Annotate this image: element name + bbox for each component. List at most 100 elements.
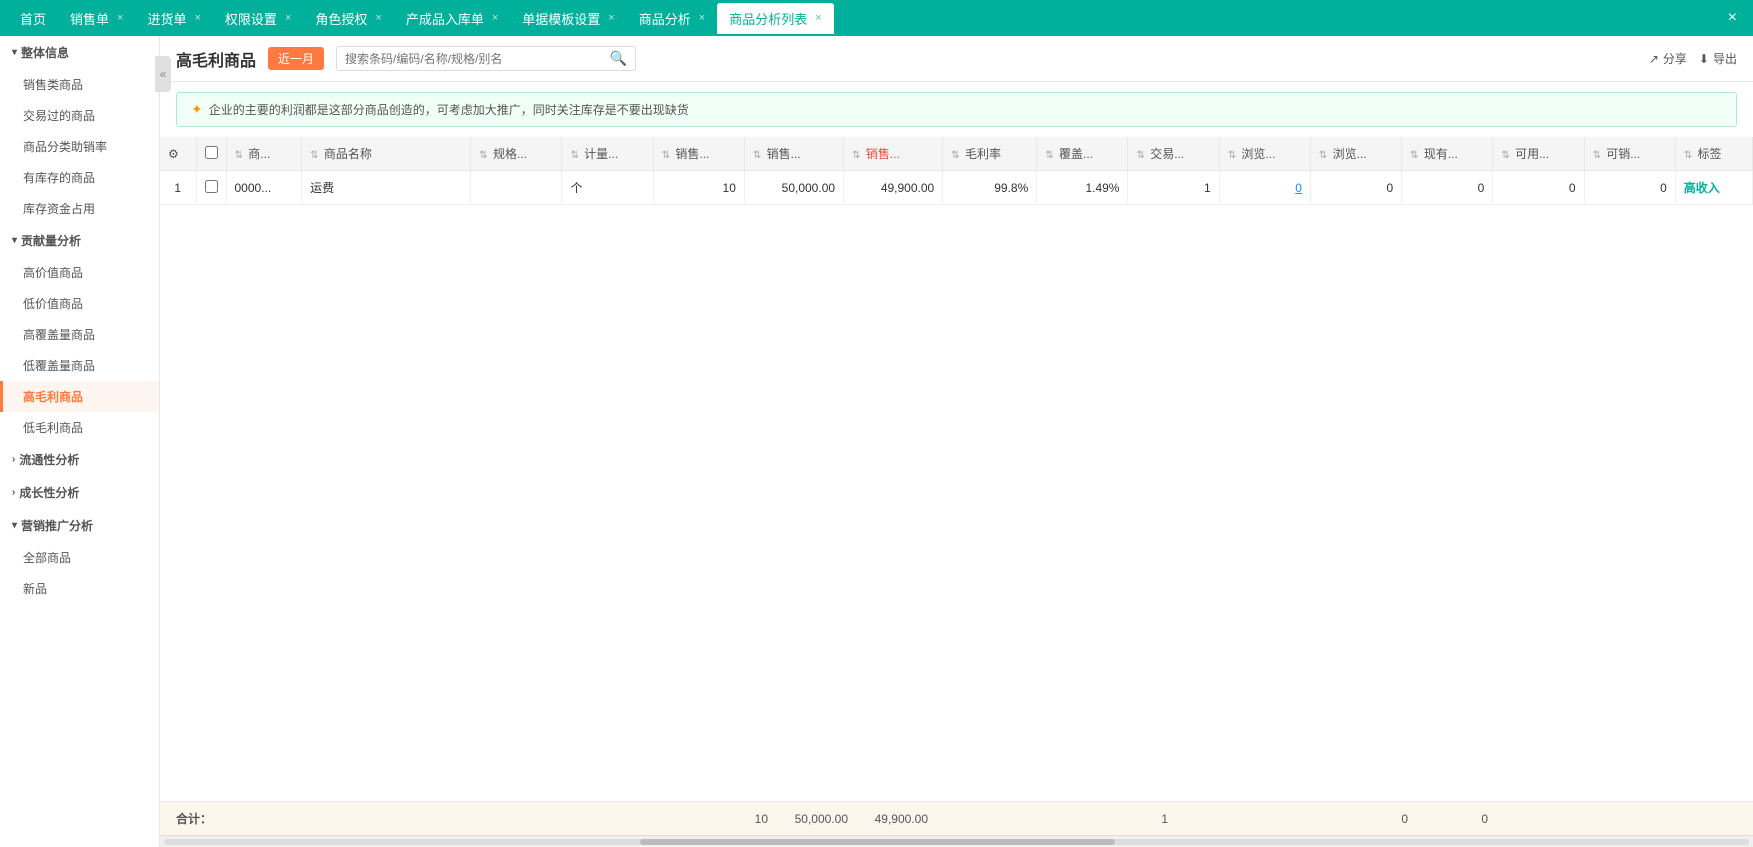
cell-sales-amount: 50,000.00 (744, 171, 843, 205)
table-container[interactable]: ⚙ ⇅ 商... ⇅ 商品名称 (160, 137, 1753, 801)
close-sales-tab[interactable]: × (117, 12, 123, 24)
table-header-row: ⚙ ⇅ 商... ⇅ 商品名称 (160, 137, 1753, 171)
date-filter-button[interactable]: 近一月 (268, 47, 324, 70)
sort-icon-spec: ⇅ (479, 150, 487, 161)
sort-icon-sales-profit: ⇅ (852, 150, 860, 161)
sidebar-section-marketing[interactable]: ▾ 营销推广分析 (0, 509, 159, 542)
sort-icon-tag: ⇅ (1684, 150, 1692, 161)
footer-current-stock: 0 (1336, 812, 1416, 826)
arrow-marketing: ▾ (12, 520, 17, 531)
sidebar-item-category-sales-rate[interactable]: 商品分类助销率 (0, 131, 159, 162)
sort-icon-coverage: ⇅ (1045, 150, 1053, 161)
search-input[interactable] (345, 52, 606, 66)
settings-icon[interactable]: ⚙ (168, 147, 179, 161)
sort-icon-name: ⇅ (310, 150, 318, 161)
col-coverage[interactable]: ⇅ 覆盖... (1037, 137, 1128, 171)
col-current-stock[interactable]: ⇅ 现有... (1402, 137, 1493, 171)
share-button[interactable]: ↗ 分享 (1649, 50, 1687, 67)
col-transactions[interactable]: ⇅ 交易... (1128, 137, 1219, 171)
sort-icon-current-stock: ⇅ (1410, 150, 1418, 161)
sort-icon-saleable-stock: ⇅ (1593, 150, 1601, 161)
tab-product-analysis[interactable]: 商品分析 × (627, 3, 717, 34)
col-views2[interactable]: ⇅ 浏览... (1310, 137, 1401, 171)
tab-home[interactable]: 首页 (8, 3, 58, 34)
content-header: « 高毛利商品 近一月 🔍 ↗ 分享 ⬇ 导出 (160, 36, 1753, 82)
close-role-tab[interactable]: × (375, 12, 381, 24)
footer-label: 合计： (176, 810, 356, 827)
close-permission-tab[interactable]: × (285, 12, 291, 24)
sidebar-item-new-goods[interactable]: 新品 (0, 573, 159, 604)
close-template-tab[interactable]: × (608, 12, 614, 24)
data-table: ⚙ ⇅ 商... ⇅ 商品名称 (160, 137, 1753, 205)
close-purchase-tab[interactable]: × (194, 12, 200, 24)
col-tag[interactable]: ⇅ 标签 (1675, 137, 1752, 171)
sidebar-section-liquidity[interactable]: › 流通性分析 (0, 443, 159, 476)
tab-purchase[interactable]: 进货单 × (135, 3, 212, 34)
cell-sales-qty: 10 (653, 171, 744, 205)
col-sales-qty[interactable]: ⇅ 销售... (653, 137, 744, 171)
sidebar-toggle-btn[interactable]: « (160, 56, 171, 92)
cell-tag: 高收入 (1675, 171, 1752, 205)
main-layout: ▾ 整体信息 销售类商品 交易过的商品 商品分类助销率 有库存的商品 库存资金占… (0, 36, 1753, 847)
close-product-analysis-tab[interactable]: × (699, 12, 705, 24)
col-sales-profit[interactable]: ⇅ 销售... (844, 137, 943, 171)
sidebar-item-in-stock-goods[interactable]: 有库存的商品 (0, 162, 159, 193)
close-product-analysis-list-tab[interactable]: × (815, 12, 821, 24)
cell-coverage: 1.49% (1037, 171, 1128, 205)
col-unit[interactable]: ⇅ 计量... (562, 137, 653, 171)
sidebar-item-traded-goods[interactable]: 交易过的商品 (0, 100, 159, 131)
sidebar-item-all-goods[interactable]: 全部商品 (0, 542, 159, 573)
cell-checkbox[interactable] (196, 171, 226, 205)
row-checkbox[interactable] (205, 180, 218, 193)
sidebar-item-high-margin[interactable]: 高毛利商品 (0, 381, 159, 412)
tab-product-analysis-list[interactable]: 商品分析列表 × (717, 3, 833, 34)
tab-permission[interactable]: 权限设置 × (213, 3, 303, 34)
arrow-overall: ▾ (12, 47, 17, 58)
sort-icon-sales-qty: ⇅ (662, 150, 670, 161)
col-settings[interactable]: ⚙ (160, 137, 196, 171)
search-icon[interactable]: 🔍 (610, 50, 627, 67)
col-views1[interactable]: ⇅ 浏览... (1219, 137, 1310, 171)
sidebar-item-high-value[interactable]: 高价值商品 (0, 257, 159, 288)
export-icon: ⬇ (1699, 52, 1709, 66)
cell-views1[interactable]: 0 (1219, 171, 1310, 205)
col-spec[interactable]: ⇅ 规格... (471, 137, 562, 171)
cell-code: 0000... (226, 171, 302, 205)
sidebar-item-sales-goods[interactable]: 销售类商品 (0, 69, 159, 100)
close-product-inbound-tab[interactable]: × (492, 12, 498, 24)
arrow-contribution: ▾ (12, 235, 17, 246)
sidebar-item-low-margin[interactable]: 低毛利商品 (0, 412, 159, 443)
sidebar-item-stock-capital[interactable]: 库存资金占用 (0, 193, 159, 224)
col-gross-margin[interactable]: ⇅ 毛利率 (943, 137, 1037, 171)
cell-unit: 个 (562, 171, 653, 205)
cell-gross-margin: 99.8% (943, 171, 1037, 205)
sort-icon-code: ⇅ (235, 150, 243, 161)
export-button[interactable]: ⬇ 导出 (1699, 50, 1737, 67)
scrollbar-track[interactable] (164, 839, 1749, 845)
cell-views2: 0 (1310, 171, 1401, 205)
tab-product-inbound[interactable]: 产成品入库单 × (394, 3, 510, 34)
horizontal-scrollbar[interactable] (160, 835, 1753, 847)
sidebar-item-high-coverage[interactable]: 高覆盖量商品 (0, 319, 159, 350)
sort-icon-available-stock: ⇅ (1501, 150, 1509, 161)
tab-role[interactable]: 角色授权 × (303, 3, 393, 34)
cell-sales-profit: 49,900.00 (844, 171, 943, 205)
col-saleable-stock[interactable]: ⇅ 可销... (1584, 137, 1675, 171)
col-name[interactable]: ⇅ 商品名称 (302, 137, 471, 171)
header-actions: ↗ 分享 ⬇ 导出 (1649, 50, 1737, 67)
sidebar-section-growth[interactable]: › 成长性分析 (0, 476, 159, 509)
sidebar-section-overall[interactable]: ▾ 整体信息 (0, 36, 159, 69)
col-available-stock[interactable]: ⇅ 可用... (1493, 137, 1584, 171)
cell-name: 运费 (302, 171, 471, 205)
col-code[interactable]: ⇅ 商... (226, 137, 302, 171)
sidebar-section-contribution[interactable]: ▾ 贡献量分析 (0, 224, 159, 257)
scrollbar-thumb[interactable] (640, 839, 1116, 845)
tab-template[interactable]: 单据模板设置 × (510, 3, 626, 34)
col-sales-amount[interactable]: ⇅ 销售... (744, 137, 843, 171)
tab-sales[interactable]: 销售单 × (58, 3, 135, 34)
sidebar-item-low-coverage[interactable]: 低覆盖量商品 (0, 350, 159, 381)
sidebar-item-low-value[interactable]: 低价值商品 (0, 288, 159, 319)
sort-icon-gross-margin: ⇅ (951, 150, 959, 161)
nav-close-all[interactable]: × (1720, 5, 1745, 31)
select-all-checkbox[interactable] (205, 146, 218, 159)
